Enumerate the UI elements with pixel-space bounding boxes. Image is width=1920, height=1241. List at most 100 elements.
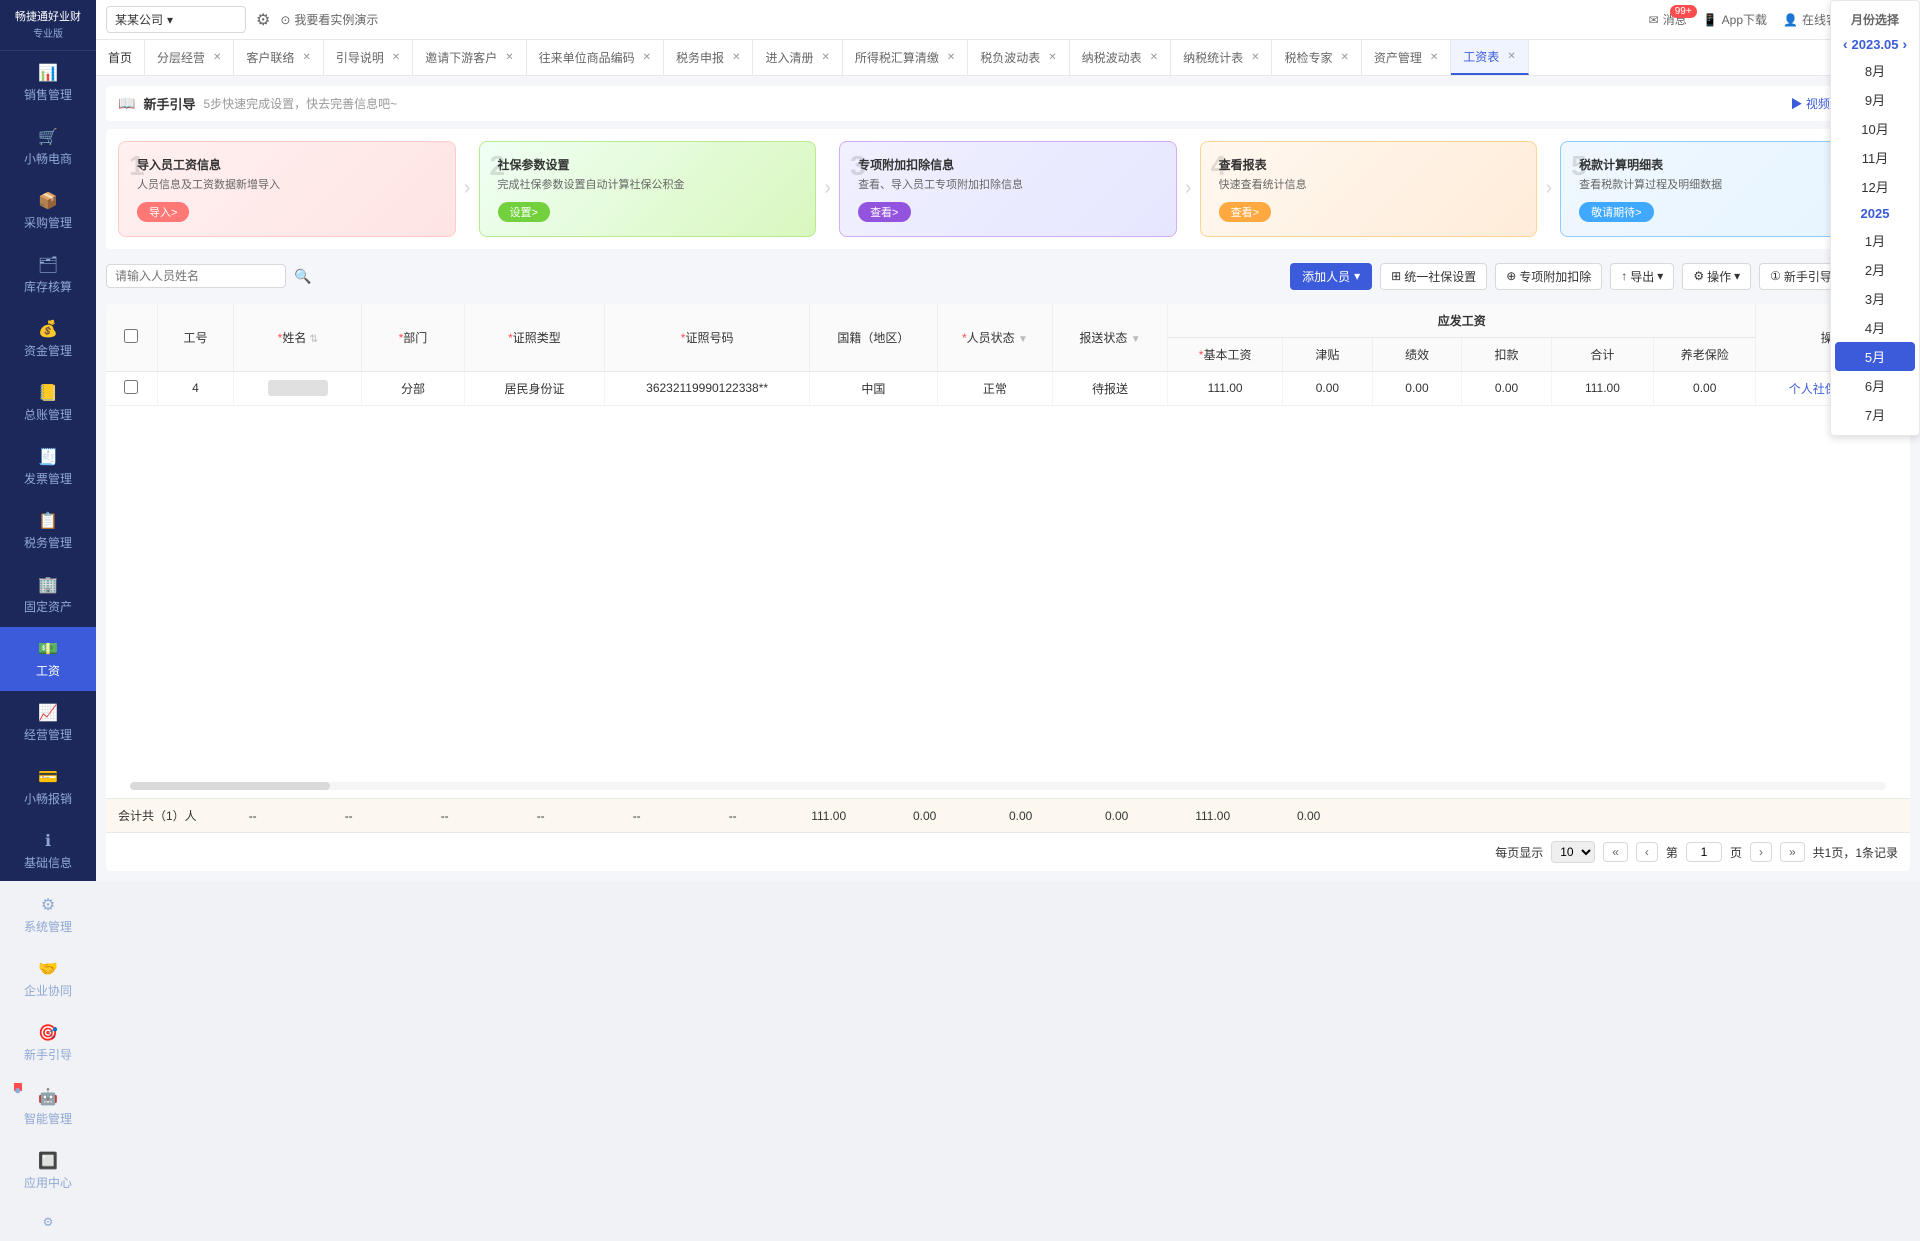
report-filter-icon[interactable]: ▼ bbox=[1131, 334, 1141, 345]
tab-customer[interactable]: 客户联络 ✕ bbox=[234, 40, 323, 75]
tab-taxpay-fluctuation[interactable]: 纳税波动表 ✕ bbox=[1070, 40, 1171, 75]
tab-tax-report[interactable]: 税务申报 ✕ bbox=[664, 40, 753, 75]
tab-asset-mgmt[interactable]: 资产管理 ✕ bbox=[1362, 40, 1451, 75]
tab-close-icon[interactable]: ✕ bbox=[732, 52, 740, 63]
page-number-input[interactable] bbox=[1686, 842, 1722, 862]
month-item-9[interactable]: 9月 bbox=[1831, 85, 1919, 114]
tab-close-icon[interactable]: ✕ bbox=[1150, 52, 1158, 63]
operations-btn[interactable]: ⚙ 操作 ▾ bbox=[1682, 263, 1751, 290]
sidebar-item-invoice[interactable]: 🧾 发票管理 bbox=[0, 435, 96, 499]
settings-btn[interactable]: 设置> bbox=[498, 202, 550, 222]
tab-close-icon[interactable]: ✕ bbox=[1430, 52, 1438, 63]
month-item-4[interactable]: 4月 bbox=[1831, 313, 1919, 342]
sidebar-settings-btn[interactable]: ⚙ bbox=[0, 1203, 96, 1241]
add-staff-button[interactable]: 添加人员 ▾ bbox=[1290, 263, 1372, 290]
tab-close-icon[interactable]: ✕ bbox=[821, 52, 829, 63]
sidebar-item-tax[interactable]: 📋 税务管理 bbox=[0, 499, 96, 563]
month-item-8[interactable]: 8月 bbox=[1831, 76, 1919, 85]
sidebar-item-system[interactable]: ⚙ 系统管理 bbox=[0, 883, 96, 947]
appstore-icon: 🔲 bbox=[38, 1151, 58, 1171]
sidebar-item-label: 固定资产 bbox=[24, 598, 72, 615]
export-btn[interactable]: ↑ 导出 ▾ bbox=[1610, 263, 1674, 290]
tab-close-icon[interactable]: ✕ bbox=[505, 52, 513, 63]
table-wrapper[interactable]: 工号 *姓名 ⇅ *部门 *证照类型 bbox=[106, 304, 1910, 775]
tab-taxpay-stats[interactable]: 纳税统计表 ✕ bbox=[1171, 40, 1272, 75]
sidebar-item-appstore[interactable]: 🔲 应用中心 bbox=[0, 1139, 96, 1203]
step-btn-4[interactable]: 查看> bbox=[1219, 202, 1523, 222]
sidebar-item-expense[interactable]: 💳 小畅报销 bbox=[0, 755, 96, 819]
topbar-settings-icon[interactable]: ⚙ bbox=[252, 6, 274, 34]
step-btn-3[interactable]: 查看> bbox=[858, 202, 1162, 222]
app-download-btn[interactable]: 📱 App下载 bbox=[1703, 11, 1767, 28]
tab-tax-expert[interactable]: 税检专家 ✕ bbox=[1272, 40, 1361, 75]
tab-layered-ops[interactable]: 分层经营 ✕ bbox=[145, 40, 234, 75]
step-btn-1[interactable]: 导入> bbox=[137, 202, 441, 222]
guide-video-btn[interactable]: ▶ 视频 bbox=[1791, 95, 1830, 112]
month-item-12[interactable]: 12月 bbox=[1831, 172, 1919, 201]
scrollbar-thumb[interactable] bbox=[130, 782, 330, 790]
message-btn[interactable]: ✉ 消息 99+ bbox=[1649, 11, 1687, 28]
sidebar-item-sales[interactable]: 📊 销售管理 bbox=[0, 51, 96, 115]
sort-icon[interactable]: ⇅ bbox=[310, 334, 318, 345]
sidebar-item-guide[interactable]: 🎯 新手引导 bbox=[0, 1011, 96, 1075]
status-filter-icon[interactable]: ▼ bbox=[1018, 334, 1028, 345]
horizontal-scrollbar[interactable] bbox=[106, 774, 1910, 798]
tab-clearance[interactable]: 进入清册 ✕ bbox=[753, 40, 842, 75]
month-item-1[interactable]: 1月 bbox=[1831, 226, 1919, 255]
month-item-3[interactable]: 3月 bbox=[1831, 284, 1919, 313]
sidebar-item-ai[interactable]: ● 🤖 智能管理 bbox=[0, 1075, 96, 1139]
page-size-select[interactable]: 10 20 50 bbox=[1551, 841, 1595, 863]
sidebar-item-inventory[interactable]: 🗂 库存核算 bbox=[0, 243, 96, 307]
month-item-11[interactable]: 11月 bbox=[1831, 143, 1919, 172]
coming-soon-btn[interactable]: 敬请期待> bbox=[1579, 202, 1653, 222]
tab-home[interactable]: 首页 bbox=[96, 40, 145, 75]
view-special-btn[interactable]: 查看> bbox=[858, 202, 910, 222]
month-item-10[interactable]: 10月 bbox=[1831, 114, 1919, 143]
sidebar-item-ledger[interactable]: 📒 总账管理 bbox=[0, 371, 96, 435]
tab-close-icon[interactable]: ✕ bbox=[392, 52, 400, 63]
tab-guide-desc[interactable]: 引导说明 ✕ bbox=[324, 40, 413, 75]
special-deduction-btn[interactable]: ⊕ 专项附加扣除 bbox=[1495, 263, 1602, 290]
select-all-checkbox[interactable] bbox=[124, 329, 138, 343]
tab-payroll[interactable]: 工资表 ✕ bbox=[1451, 40, 1528, 75]
tab-close-icon[interactable]: ✕ bbox=[302, 52, 310, 63]
month-item-7[interactable]: 7月 bbox=[1831, 400, 1919, 429]
sidebar-item-ecommerce[interactable]: 🛒 小畅电商 bbox=[0, 115, 96, 179]
step-btn-2[interactable]: 设置> bbox=[498, 202, 802, 222]
tab-close-icon[interactable]: ✕ bbox=[1507, 51, 1515, 62]
month-item-6[interactable]: 6月 bbox=[1831, 371, 1919, 400]
last-page-btn[interactable]: » bbox=[1780, 842, 1805, 862]
tab-close-icon[interactable]: ✕ bbox=[1251, 52, 1259, 63]
app-edition: 专业版 bbox=[6, 25, 90, 40]
month-item-2[interactable]: 2月 bbox=[1831, 255, 1919, 284]
unified-settings-btn[interactable]: ⊞ 统一社保设置 bbox=[1380, 263, 1487, 290]
month-item-5-active[interactable]: 5月 bbox=[1835, 342, 1915, 371]
topbar: 某某公司 ▾ ⚙ ⊙ 我要看实例演示 ✉ 消息 99+ 📱 App下载 bbox=[96, 0, 1920, 40]
tab-close-icon[interactable]: ✕ bbox=[1048, 52, 1056, 63]
sidebar-item-purchase[interactable]: 📦 采购管理 bbox=[0, 179, 96, 243]
tab-close-icon[interactable]: ✕ bbox=[947, 52, 955, 63]
import-btn[interactable]: 导入> bbox=[137, 202, 189, 222]
search-button[interactable]: 🔍 bbox=[294, 268, 311, 285]
search-input[interactable] bbox=[106, 264, 286, 288]
demo-link[interactable]: ⊙ 我要看实例演示 bbox=[280, 11, 378, 28]
row-checkbox[interactable] bbox=[124, 380, 138, 394]
first-page-btn[interactable]: « bbox=[1603, 842, 1628, 862]
company-selector[interactable]: 某某公司 ▾ bbox=[106, 6, 246, 33]
prev-page-btn[interactable]: ‹ bbox=[1636, 842, 1658, 862]
view-report-btn[interactable]: 查看> bbox=[1219, 202, 1271, 222]
sidebar-item-assets[interactable]: 🏢 固定资产 bbox=[0, 563, 96, 627]
sidebar-item-payroll[interactable]: 💵 工资 bbox=[0, 627, 96, 691]
sidebar-item-finance[interactable]: 💰 资金管理 bbox=[0, 307, 96, 371]
sidebar-item-operations[interactable]: 📈 经营管理 bbox=[0, 691, 96, 755]
next-page-btn[interactable]: › bbox=[1750, 842, 1772, 862]
tab-close-icon[interactable]: ✕ bbox=[213, 52, 221, 63]
tab-invite[interactable]: 邀请下游客户 ✕ bbox=[413, 40, 526, 75]
tab-close-icon[interactable]: ✕ bbox=[1341, 52, 1349, 63]
tab-close-icon[interactable]: ✕ bbox=[643, 52, 651, 63]
tab-product-code[interactable]: 往来单位商品编码 ✕ bbox=[527, 40, 664, 75]
tab-tax-burden[interactable]: 税负波动表 ✕ bbox=[968, 40, 1069, 75]
sidebar-item-collab[interactable]: 🤝 企业协同 bbox=[0, 947, 96, 1011]
sidebar-item-basic-info[interactable]: ℹ 基础信息 bbox=[0, 819, 96, 883]
tab-income-tax[interactable]: 所得税汇算清缴 ✕ bbox=[843, 40, 968, 75]
